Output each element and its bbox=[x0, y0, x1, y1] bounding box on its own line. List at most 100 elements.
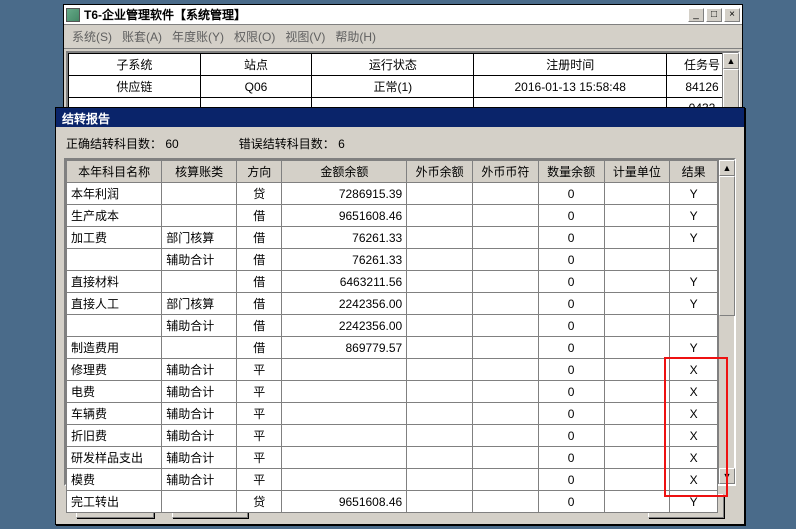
table-cell: 贷 bbox=[237, 491, 282, 513]
scroll-thumb-v[interactable] bbox=[723, 69, 739, 109]
menu-year[interactable]: 年度账(Y) bbox=[168, 27, 228, 46]
table-cell: 直接材料 bbox=[67, 271, 162, 293]
table-cell bbox=[407, 337, 473, 359]
menu-system[interactable]: 系统(S) bbox=[68, 27, 116, 46]
table-row[interactable]: 供应链Q06正常(1)2016-01-13 15:58:4884126 bbox=[69, 76, 738, 98]
table-cell: 借 bbox=[237, 315, 282, 337]
scroll-down-icon[interactable]: ▼ bbox=[719, 468, 735, 484]
table-cell: 0 bbox=[538, 469, 604, 491]
table-row[interactable]: 辅助合计借76261.330 bbox=[67, 249, 718, 271]
table-cell bbox=[604, 205, 670, 227]
grid-col-8[interactable]: 结果 bbox=[670, 161, 718, 183]
table-cell bbox=[604, 447, 670, 469]
table-cell: 0 bbox=[538, 403, 604, 425]
table-cell: 借 bbox=[237, 249, 282, 271]
menu-account[interactable]: 账套(A) bbox=[118, 27, 166, 46]
table-cell: Y bbox=[670, 183, 718, 205]
outer-col-site[interactable]: 站点 bbox=[200, 54, 312, 76]
table-cell: 2242356.00 bbox=[282, 315, 407, 337]
outer-col-time[interactable]: 注册时间 bbox=[474, 54, 667, 76]
table-cell bbox=[604, 491, 670, 513]
grid-scrollbar-vertical[interactable]: ▲ ▼ bbox=[718, 160, 734, 484]
table-cell: 部门核算 bbox=[162, 293, 237, 315]
grid-col-2[interactable]: 方向 bbox=[237, 161, 282, 183]
menu-bar: 系统(S) 账套(A) 年度账(Y) 权限(O) 视图(V) 帮助(H) bbox=[64, 25, 742, 49]
table-cell bbox=[604, 249, 670, 271]
table-cell: 电费 bbox=[67, 381, 162, 403]
table-cell bbox=[604, 425, 670, 447]
table-cell: X bbox=[670, 425, 718, 447]
close-button[interactable]: × bbox=[724, 8, 740, 22]
error-count: 错误结转科目数： 6 bbox=[239, 135, 345, 152]
outer-col-sys[interactable]: 子系统 bbox=[69, 54, 201, 76]
table-row[interactable]: 电费辅助合计平0X bbox=[67, 381, 718, 403]
parent-titlebar: T6-企业管理软件【系统管理】 _ □ × bbox=[64, 5, 742, 25]
table-row[interactable]: 本年利润贷7286915.390Y bbox=[67, 183, 718, 205]
table-cell bbox=[407, 491, 473, 513]
table-cell bbox=[472, 249, 538, 271]
table-cell: 0 bbox=[538, 315, 604, 337]
table-cell: 0 bbox=[538, 447, 604, 469]
table-cell bbox=[407, 359, 473, 381]
table-cell: Y bbox=[670, 227, 718, 249]
table-row[interactable]: 生产成本借9651608.460Y bbox=[67, 205, 718, 227]
table-row[interactable]: 模费辅助合计平0X bbox=[67, 469, 718, 491]
table-row[interactable]: 直接人工部门核算借2242356.000Y bbox=[67, 293, 718, 315]
table-row[interactable]: 加工费部门核算借76261.330Y bbox=[67, 227, 718, 249]
table-cell: 7286915.39 bbox=[282, 183, 407, 205]
table-row[interactable]: 折旧费辅助合计平0X bbox=[67, 425, 718, 447]
grid-col-1[interactable]: 核算账类 bbox=[162, 161, 237, 183]
table-cell bbox=[407, 469, 473, 491]
table-cell bbox=[604, 293, 670, 315]
grid-col-7[interactable]: 计量单位 bbox=[604, 161, 670, 183]
table-cell: 完工转出 bbox=[67, 491, 162, 513]
table-row[interactable]: 辅助合计借2242356.000 bbox=[67, 315, 718, 337]
grid-col-0[interactable]: 本年科目名称 bbox=[67, 161, 162, 183]
table-cell bbox=[472, 469, 538, 491]
table-cell bbox=[472, 425, 538, 447]
table-cell: 0 bbox=[538, 425, 604, 447]
table-row[interactable]: 制造费用借869779.570Y bbox=[67, 337, 718, 359]
scroll-up-icon[interactable]: ▲ bbox=[719, 160, 735, 176]
table-row[interactable]: 车辆费辅助合计平0X bbox=[67, 403, 718, 425]
minimize-button[interactable]: _ bbox=[688, 8, 704, 22]
table-cell: X bbox=[670, 469, 718, 491]
menu-permission[interactable]: 权限(O) bbox=[230, 27, 279, 46]
table-cell: 研发样品支出 bbox=[67, 447, 162, 469]
table-cell bbox=[162, 205, 237, 227]
table-cell bbox=[407, 293, 473, 315]
table-cell: 平 bbox=[237, 469, 282, 491]
maximize-button[interactable]: □ bbox=[706, 8, 722, 22]
grid-col-4[interactable]: 外币余额 bbox=[407, 161, 473, 183]
grid-col-3[interactable]: 金额余额 bbox=[282, 161, 407, 183]
table-row[interactable]: 研发样品支出辅助合计平0X bbox=[67, 447, 718, 469]
table-cell: 辅助合计 bbox=[162, 359, 237, 381]
scroll-up-icon[interactable]: ▲ bbox=[723, 53, 739, 69]
table-row[interactable]: 修理费辅助合计平0X bbox=[67, 359, 718, 381]
table-cell: 生产成本 bbox=[67, 205, 162, 227]
menu-view[interactable]: 视图(V) bbox=[281, 27, 329, 46]
menu-help[interactable]: 帮助(H) bbox=[331, 27, 380, 46]
table-cell: X bbox=[670, 381, 718, 403]
grid-col-6[interactable]: 数量余额 bbox=[538, 161, 604, 183]
table-row[interactable]: 完工转出贷9651608.460Y bbox=[67, 491, 718, 513]
table-cell: 2242356.00 bbox=[282, 293, 407, 315]
table-row[interactable]: 直接材料借6463211.560Y bbox=[67, 271, 718, 293]
grid-header-row: 本年科目名称核算账类方向金额余额外币余额外币币符数量余额计量单位结果 bbox=[67, 161, 718, 183]
table-cell: 折旧费 bbox=[67, 425, 162, 447]
table-cell bbox=[472, 293, 538, 315]
table-cell: 车辆费 bbox=[67, 403, 162, 425]
table-cell: 借 bbox=[237, 293, 282, 315]
grid-col-5[interactable]: 外币币符 bbox=[472, 161, 538, 183]
correct-label: 正确结转科目数： bbox=[66, 137, 162, 151]
table-cell bbox=[67, 315, 162, 337]
table-cell bbox=[472, 183, 538, 205]
result-grid: 本年科目名称核算账类方向金额余额外币余额外币币符数量余额计量单位结果 本年利润贷… bbox=[64, 158, 736, 486]
table-cell bbox=[472, 447, 538, 469]
table-cell: 0 bbox=[538, 183, 604, 205]
table-cell: 0 bbox=[538, 227, 604, 249]
scroll-thumb-v[interactable] bbox=[719, 176, 735, 316]
parent-title: T6-企业管理软件【系统管理】 bbox=[84, 6, 688, 23]
outer-col-status[interactable]: 运行状态 bbox=[312, 54, 474, 76]
error-label: 错误结转科目数： bbox=[239, 137, 335, 151]
